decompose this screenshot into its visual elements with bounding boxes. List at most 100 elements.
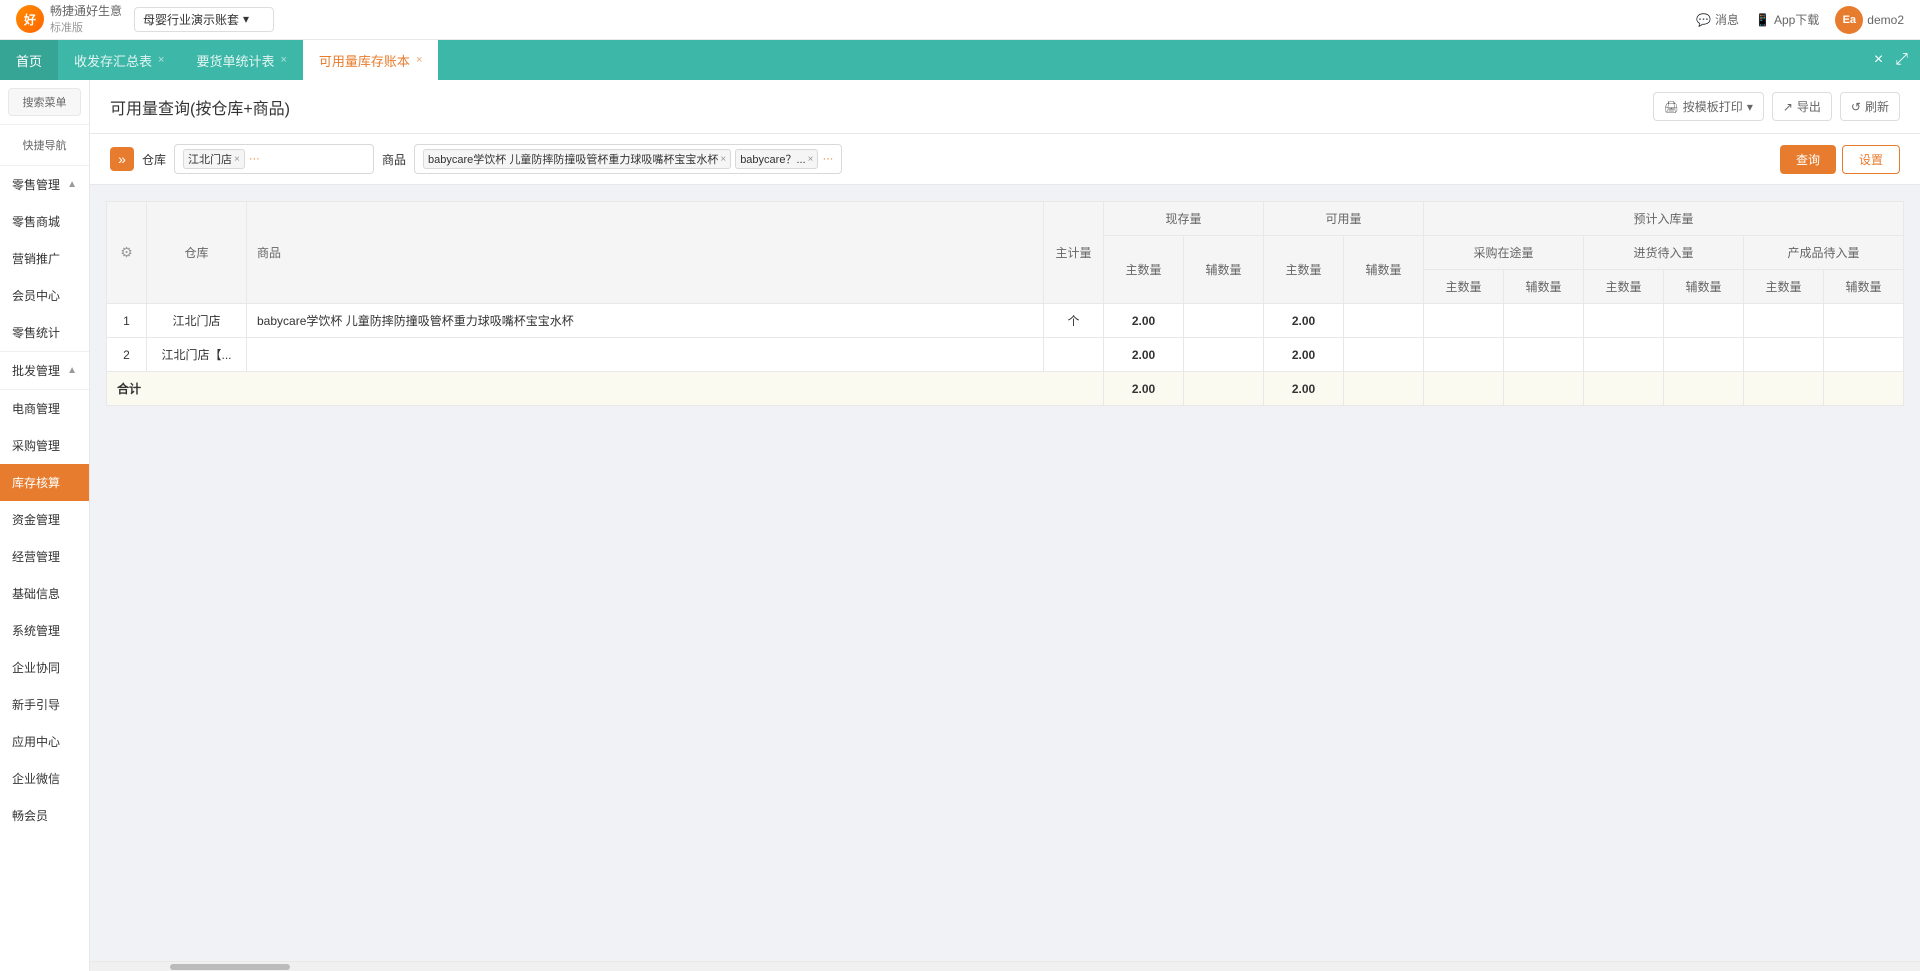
tab-available-stock[interactable]: 可用量库存账本 ×: [303, 40, 438, 80]
sidebar-expand-icon: ▲: [67, 179, 77, 190]
th-purchase-in: 采购在途量: [1424, 236, 1584, 270]
sidebar-nav: 快捷导航: [0, 125, 89, 166]
tab-available-stock-close[interactable]: ×: [416, 54, 422, 66]
sidebar-item-wechat[interactable]: 企业微信: [0, 760, 89, 797]
total-label: 合计: [107, 372, 1104, 406]
total-goods-aux: [1664, 372, 1744, 406]
refresh-icon: ↺: [1851, 100, 1861, 114]
logo-text: 畅捷通好生意: [50, 4, 122, 18]
warehouse-tag-close[interactable]: ×: [234, 154, 240, 165]
total-stock-aux: [1184, 372, 1264, 406]
main-layout: 搜索菜单 快捷导航 零售管理 ▲ 零售商城 营销推广 会员中心 零售统计: [0, 80, 1920, 971]
th-warehouse: 仓库: [147, 202, 247, 304]
product-filter-field[interactable]: babycare学饮杯 儿童防摔防撞吸管杯重力球吸嘴杯宝宝水杯 × babyca…: [414, 144, 842, 174]
logo-icon: 好: [16, 5, 44, 33]
total-prod-aux: [1824, 372, 1904, 406]
sidebar-item-basic-info[interactable]: 基础信息: [0, 575, 89, 612]
tab-order-stat-close[interactable]: ×: [280, 54, 286, 66]
sidebar-item-wechat-label: 企业微信: [12, 770, 60, 787]
industry-selector[interactable]: 母婴行业演示账套 ▾: [134, 7, 274, 32]
sidebar-item-retail-mall[interactable]: 零售商城: [0, 203, 89, 240]
phone-icon: 📱: [1755, 13, 1770, 27]
page-actions: 🖨 按模板打印 ▾ ↗ 导出 ↺ 刷新: [1653, 92, 1900, 121]
th-goods-in: 进货待入量: [1584, 236, 1744, 270]
row1-prod-aux: [1824, 304, 1904, 338]
expand-filter-btn[interactable]: »: [110, 147, 134, 171]
top-bar-right: 💬 消息 📱 App下载 Ea demo2: [1696, 6, 1904, 34]
sidebar-item-member[interactable]: 会员中心: [0, 277, 89, 314]
sidebar-section-wholesale: 批发管理 ▲: [0, 352, 89, 390]
th-forecast: 预计入库量: [1424, 202, 1904, 236]
sidebar-item-marketing[interactable]: 营销推广: [0, 240, 89, 277]
tab-home[interactable]: 首页: [0, 40, 58, 80]
sidebar-item-retail-stat[interactable]: 零售统计: [0, 314, 89, 351]
th-produce-in: 产成品待入量: [1744, 236, 1904, 270]
app-download-label: App下载: [1774, 11, 1819, 28]
warehouse-filter-field[interactable]: 江北门店 × ···: [174, 144, 374, 174]
row2-goods-aux: [1664, 338, 1744, 372]
app-download-btn[interactable]: 📱 App下载: [1755, 11, 1819, 28]
sidebar-item-guide[interactable]: 新手引导: [0, 686, 89, 723]
sidebar-item-system[interactable]: 系统管理: [0, 612, 89, 649]
sidebar-item-inventory[interactable]: 库存核算: [0, 464, 89, 501]
message-btn[interactable]: 💬 消息: [1696, 11, 1739, 28]
search-menu-btn[interactable]: 搜索菜单: [8, 88, 81, 116]
product-tag-1-close[interactable]: ×: [720, 154, 726, 165]
sidebar-item-purchase-label: 采购管理: [12, 437, 60, 454]
industry-label: 母婴行业演示账套: [143, 11, 239, 28]
sidebar-item-purchase[interactable]: 采购管理: [0, 427, 89, 464]
th-available: 可用量: [1264, 202, 1424, 236]
sidebar-wholesale-expand-icon: ▲: [67, 365, 77, 376]
row1-goods-aux: [1664, 304, 1744, 338]
sidebar-item-retail[interactable]: 零售管理 ▲: [0, 166, 89, 203]
sidebar-item-enterprise[interactable]: 企业协同: [0, 649, 89, 686]
sidebar-item-ecommerce-label: 电商管理: [12, 400, 60, 417]
setting-btn[interactable]: 设置: [1842, 145, 1900, 174]
sidebar-item-ecommerce[interactable]: 电商管理: [0, 390, 89, 427]
filter-actions: 查询 设置: [1780, 145, 1900, 174]
table-row: 2 江北门店【... 2.00 2.00: [107, 338, 1904, 372]
product-tag-2: babycare？... ×: [735, 149, 818, 169]
tab-summary-close[interactable]: ×: [158, 54, 164, 66]
row2-warehouse: 江北门店【...: [147, 338, 247, 372]
tab-order-stat-label: 要货单统计表: [196, 51, 274, 70]
sidebar-item-finance[interactable]: 资金管理: [0, 501, 89, 538]
close-all-btn[interactable]: ×: [1870, 51, 1887, 69]
fullscreen-btn[interactable]: ⤢: [1891, 51, 1912, 69]
top-bar-left: 好 畅捷通好生意 标准版 母婴行业演示账套 ▾: [16, 4, 274, 34]
row1-avail-main: 2.00: [1264, 304, 1344, 338]
settings-icon[interactable]: ⚙: [120, 244, 133, 260]
warehouse-filter-more[interactable]: ···: [249, 153, 260, 165]
nav-tabs: 首页 收发存汇总表 × 要货单统计表 × 可用量库存账本 × × ⤢: [0, 40, 1920, 80]
row2-purch-aux: [1504, 338, 1584, 372]
user-area[interactable]: Ea demo2: [1835, 6, 1904, 34]
logo-text-area: 畅捷通好生意 标准版: [50, 4, 122, 34]
sidebar-item-finance-label: 资金管理: [12, 511, 60, 528]
sidebar-item-operations[interactable]: 经营管理: [0, 538, 89, 575]
product-filter-label: 商品: [382, 151, 406, 168]
tab-summary[interactable]: 收发存汇总表 ×: [58, 40, 180, 80]
product-filter-more[interactable]: ···: [822, 153, 833, 165]
th-goods-main: 主数量: [1584, 270, 1664, 304]
row2-goods-main: [1584, 338, 1664, 372]
total-avail-main: 2.00: [1264, 372, 1344, 406]
sidebar-item-wholesale[interactable]: 批发管理 ▲: [0, 352, 89, 389]
th-avail-aux: 辅数量: [1344, 236, 1424, 304]
product-tag-2-close[interactable]: ×: [808, 154, 814, 165]
export-label: 导出: [1797, 98, 1821, 115]
sidebar-item-wholesale-label: 批发管理: [12, 362, 60, 379]
sidebar-item-app-center[interactable]: 应用中心: [0, 723, 89, 760]
tab-order-stat[interactable]: 要货单统计表 ×: [180, 40, 302, 80]
refresh-btn[interactable]: ↺ 刷新: [1840, 92, 1900, 121]
row2-prod-aux: [1824, 338, 1904, 372]
message-icon: 💬: [1696, 13, 1711, 27]
sidebar-item-vip[interactable]: 畅会员: [0, 797, 89, 834]
export-btn[interactable]: ↗ 导出: [1772, 92, 1832, 121]
th-purch-main: 主数量: [1424, 270, 1504, 304]
total-avail-aux: [1344, 372, 1424, 406]
sidebar-item-quick-nav[interactable]: 快捷导航: [0, 131, 89, 159]
total-prod-main: [1744, 372, 1824, 406]
query-btn[interactable]: 查询: [1780, 145, 1836, 174]
print-btn[interactable]: 🖨 按模板打印 ▾: [1653, 92, 1764, 121]
scroll-thumb[interactable]: [170, 964, 290, 970]
